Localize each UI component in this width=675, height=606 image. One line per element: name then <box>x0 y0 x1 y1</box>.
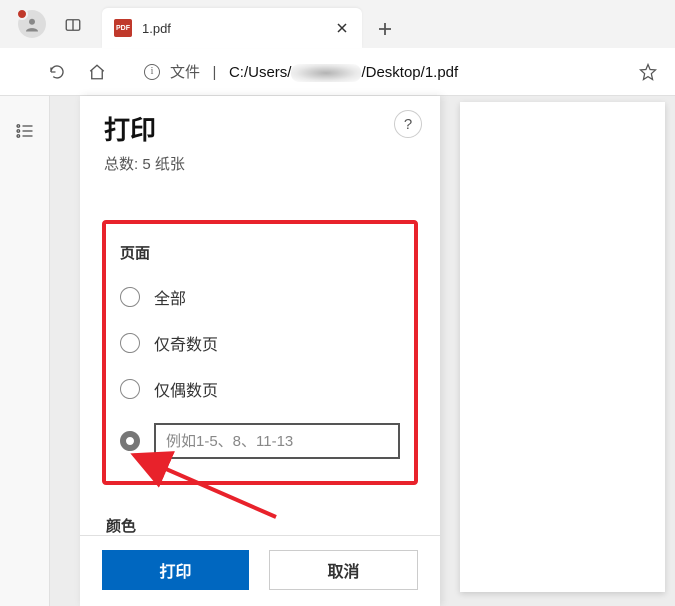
pages-custom-row[interactable] <box>120 423 400 459</box>
plus-icon <box>378 22 392 36</box>
print-dialog: 打印 总数: 5 纸张 ? 页面 全部 仅奇数页 仅偶数页 <box>80 96 440 606</box>
person-icon <box>23 15 41 33</box>
home-icon <box>88 63 106 81</box>
color-section-label: 颜色 <box>106 515 418 535</box>
print-preview-page <box>460 102 665 592</box>
print-body: 页面 全部 仅奇数页 仅偶数页 <box>80 192 440 535</box>
url-path-b: /Desktop/1.pdf <box>361 64 458 81</box>
outline-button[interactable] <box>8 114 42 148</box>
new-tab-button[interactable] <box>370 14 400 44</box>
browser-tabstrip: PDF 1.pdf <box>0 0 675 48</box>
split-window-button[interactable] <box>60 12 86 38</box>
cancel-button[interactable]: 取消 <box>269 550 418 590</box>
tab-close-button[interactable] <box>334 20 350 36</box>
profile-button[interactable] <box>18 10 46 38</box>
pages-label: 页面 <box>120 242 400 263</box>
print-subtitle: 总数: 5 纸张 <box>104 153 416 174</box>
url-scheme: 文件 <box>170 64 200 81</box>
print-button[interactable]: 打印 <box>102 550 249 590</box>
pages-odd-row[interactable]: 仅奇数页 <box>120 331 400 355</box>
pages-custom-input[interactable] <box>154 423 400 459</box>
nav-spacer <box>10 55 34 89</box>
split-icon <box>64 16 82 34</box>
help-button[interactable]: ? <box>394 110 422 138</box>
home-button[interactable] <box>80 55 114 89</box>
pdf-icon: PDF <box>114 19 132 37</box>
address-bar: i 文件 | C:/Users/ /Desktop/1.pdf <box>0 48 675 96</box>
content-area: 打印 总数: 5 纸张 ? 页面 全部 仅奇数页 仅偶数页 <box>0 96 675 606</box>
radio-even[interactable] <box>120 379 140 399</box>
url-separator: | <box>204 64 225 81</box>
radio-custom[interactable] <box>120 431 140 451</box>
pages-all-row[interactable]: 全部 <box>120 285 400 309</box>
address-field[interactable]: i 文件 | C:/Users/ /Desktop/1.pdf <box>130 55 615 89</box>
pages-odd-label: 仅奇数页 <box>154 331 218 355</box>
print-title: 打印 <box>104 110 416 147</box>
close-icon <box>336 22 348 34</box>
refresh-button[interactable] <box>40 55 74 89</box>
list-icon <box>15 121 35 141</box>
url-redacted <box>291 64 361 82</box>
url-path-a: C:/Users/ <box>229 64 292 81</box>
print-footer: 打印 取消 <box>80 535 440 606</box>
pages-all-label: 全部 <box>154 285 186 309</box>
pages-even-row[interactable]: 仅偶数页 <box>120 377 400 401</box>
tab-title: 1.pdf <box>142 21 334 36</box>
pages-even-label: 仅偶数页 <box>154 377 218 401</box>
site-info-icon[interactable]: i <box>144 64 160 80</box>
refresh-icon <box>48 63 66 81</box>
browser-tab[interactable]: PDF 1.pdf <box>102 8 362 48</box>
radio-odd[interactable] <box>120 333 140 353</box>
print-header: 打印 总数: 5 纸张 ? <box>80 96 440 192</box>
radio-all[interactable] <box>120 287 140 307</box>
pdf-toolbar <box>0 96 50 606</box>
star-icon <box>638 62 658 82</box>
favorite-button[interactable] <box>631 55 665 89</box>
pages-section-highlight: 页面 全部 仅奇数页 仅偶数页 <box>102 220 418 485</box>
